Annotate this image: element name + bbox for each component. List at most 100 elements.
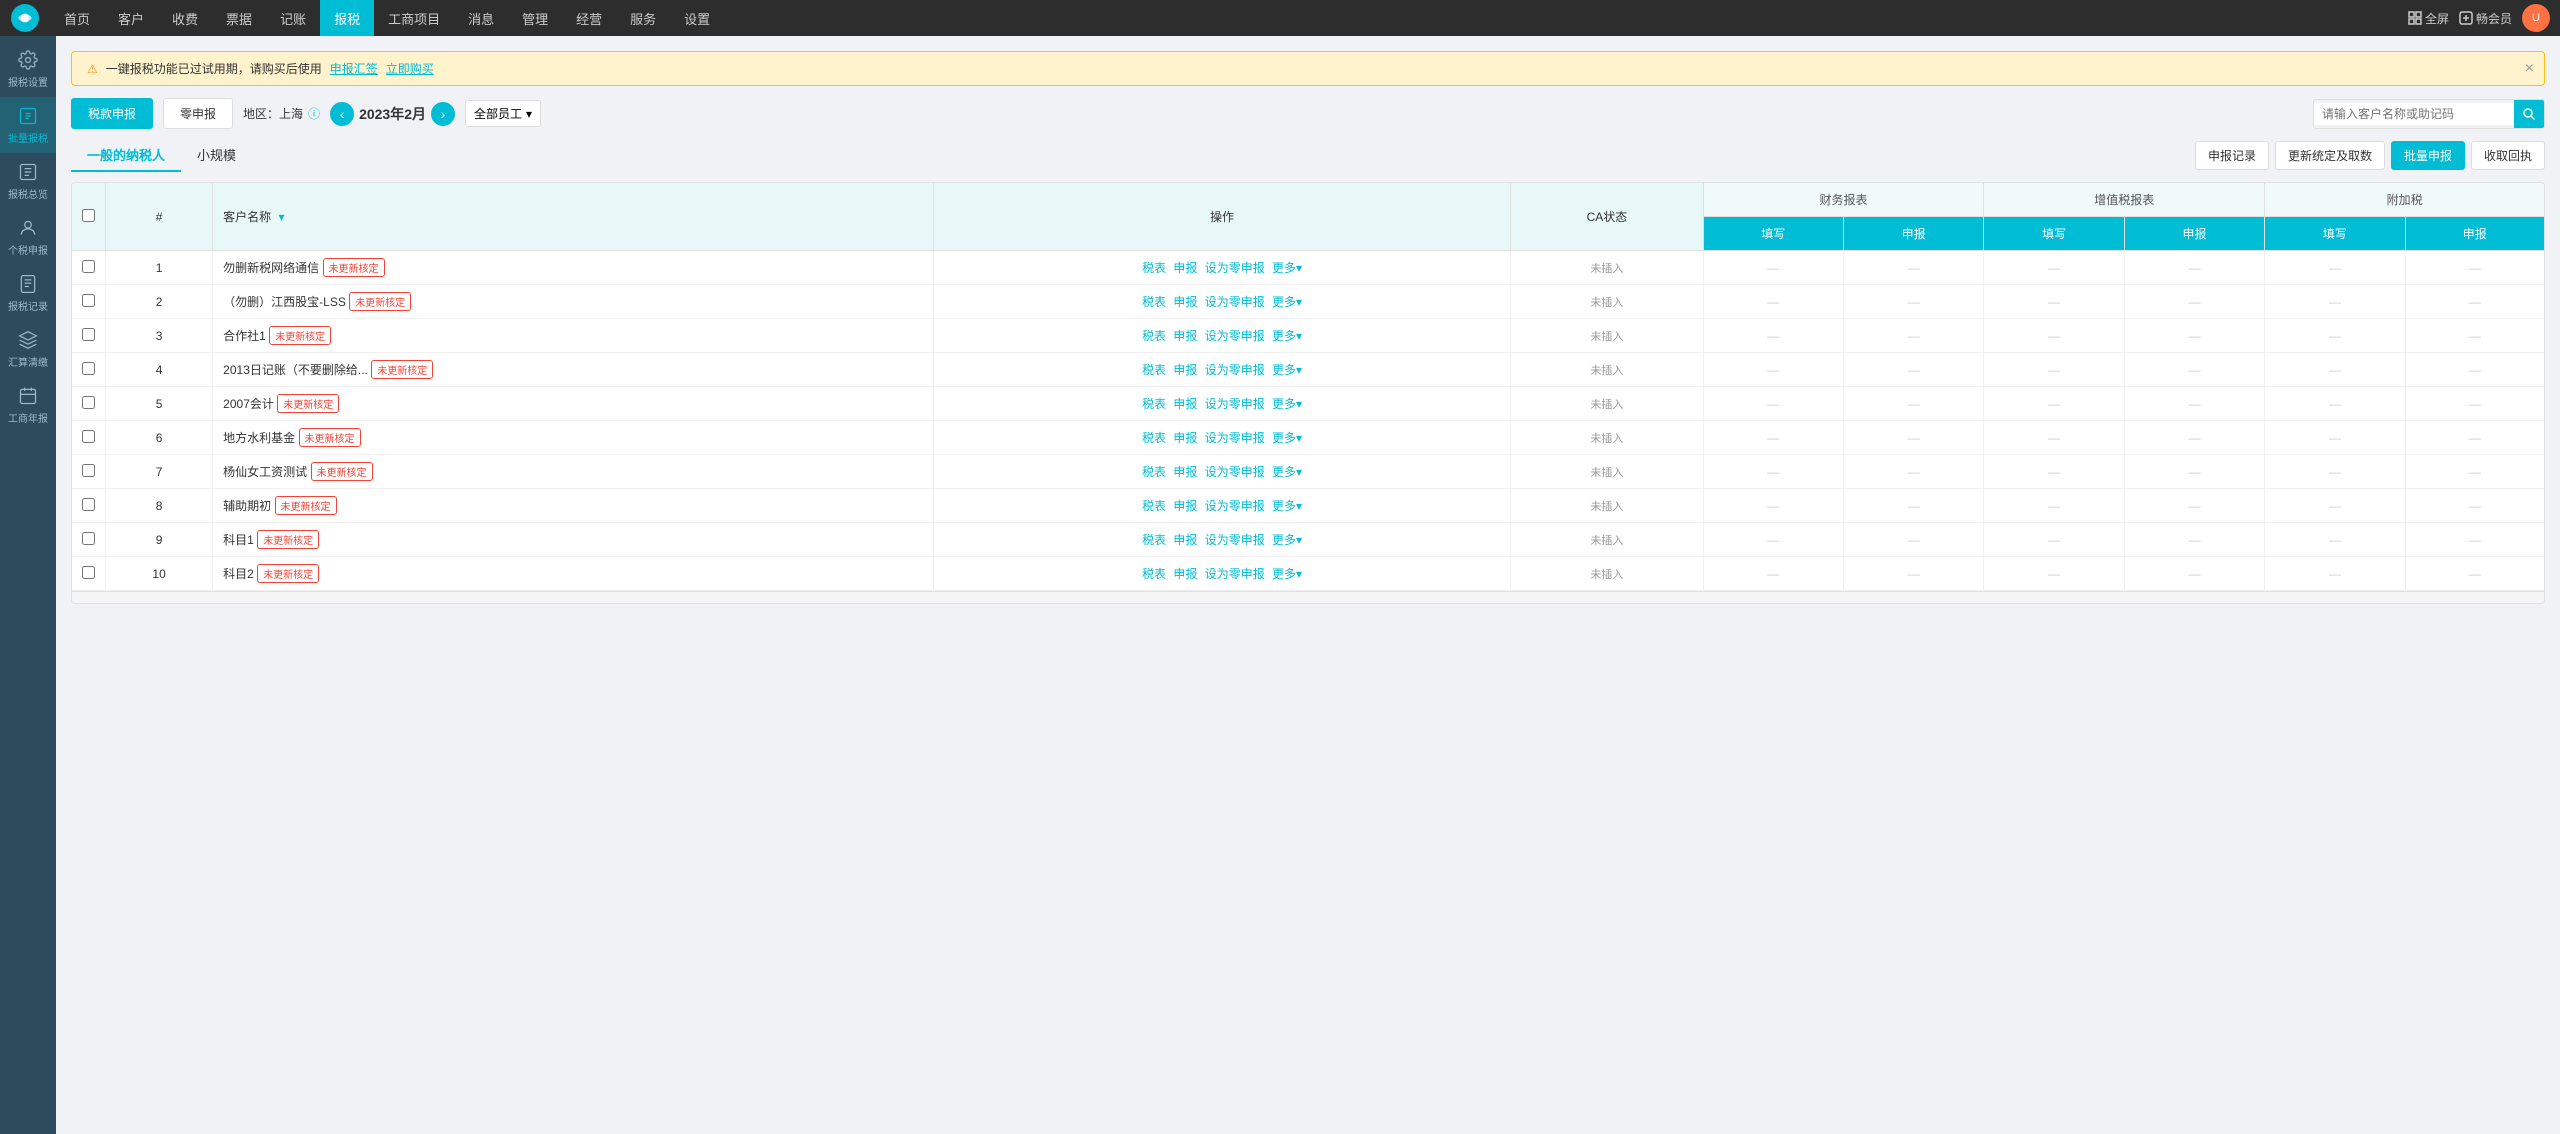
date-next-btn[interactable]: › (431, 102, 455, 126)
collect-back-btn[interactable]: 收取回执 (2471, 141, 2545, 170)
th-vat-fill: 填写 (1984, 217, 2124, 251)
row-checkbox-6[interactable] (82, 464, 95, 477)
row-op-tax[interactable]: 税表 (1142, 499, 1166, 513)
row-op-declare[interactable]: 申报 (1173, 567, 1197, 581)
row-op-tax[interactable]: 税表 (1142, 397, 1166, 411)
row-op-more[interactable]: 更多▾ (1272, 295, 1302, 309)
sidebar-item-business-annual[interactable]: 工商年报 (0, 377, 56, 433)
row-op-tax[interactable]: 税表 (1142, 465, 1166, 479)
row-op-declare[interactable]: 申报 (1173, 431, 1197, 445)
row-op-zero[interactable]: 设为零申报 (1205, 431, 1265, 445)
row-checkbox-9[interactable] (82, 566, 95, 579)
dept-select[interactable]: 全部员工 ▾ (465, 100, 541, 127)
row-op-zero[interactable]: 设为零申报 (1205, 295, 1265, 309)
nav-management[interactable]: 管理 (508, 0, 562, 36)
nav-billing[interactable]: 收费 (158, 0, 212, 36)
row-op-declare[interactable]: 申报 (1173, 261, 1197, 275)
sidebar-item-tax-records[interactable]: 报税记录 (0, 265, 56, 321)
row-checkbox-7[interactable] (82, 498, 95, 511)
upgrade-btn[interactable]: 畅会员 (2459, 10, 2512, 27)
row-op-tax[interactable]: 税表 (1142, 261, 1166, 275)
search-button[interactable] (2514, 100, 2544, 128)
row-add-fill: — (2265, 387, 2405, 421)
sub-tab-general[interactable]: 一般的纳税人 (71, 139, 181, 172)
banner-link-buy[interactable]: 立即购买 (386, 60, 434, 77)
sort-icon[interactable]: ▾ (279, 210, 285, 224)
row-op-declare[interactable]: 申报 (1173, 329, 1197, 343)
row-op-more[interactable]: 更多▾ (1272, 567, 1302, 581)
fullscreen-btn[interactable]: 全屏 (2408, 10, 2449, 27)
row-vat-dec: — (2124, 557, 2264, 591)
row-checkbox-0[interactable] (82, 260, 95, 273)
nav-business[interactable]: 工商项目 (374, 0, 454, 36)
search-input[interactable] (2314, 103, 2514, 125)
nav-operations[interactable]: 经营 (562, 0, 616, 36)
row-checkbox-8[interactable] (82, 532, 95, 545)
sub-tab-small[interactable]: 小规模 (181, 139, 252, 172)
row-op-tax[interactable]: 税表 (1142, 431, 1166, 445)
tab-zero-declare[interactable]: 零申报 (163, 98, 233, 129)
row-op-tax[interactable]: 税表 (1142, 567, 1166, 581)
update-stats-btn[interactable]: 更新统定及取数 (2275, 141, 2385, 170)
sidebar-item-personal-tax[interactable]: 个税申报 (0, 209, 56, 265)
row-checkbox-3[interactable] (82, 362, 95, 375)
row-op-zero[interactable]: 设为零申报 (1205, 397, 1265, 411)
row-op-zero[interactable]: 设为零申报 (1205, 533, 1265, 547)
row-checkbox-4[interactable] (82, 396, 95, 409)
row-op-declare[interactable]: 申报 (1173, 499, 1197, 513)
nav-messages[interactable]: 消息 (454, 0, 508, 36)
row-checkbox-cell (72, 489, 106, 523)
row-op-more[interactable]: 更多▾ (1272, 431, 1302, 445)
nav-tax[interactable]: 报税 (320, 0, 374, 36)
nav-bookkeeping[interactable]: 记账 (266, 0, 320, 36)
nav-settings[interactable]: 设置 (670, 0, 724, 36)
tab-tax-declare[interactable]: 税款申报 (71, 98, 153, 129)
row-op-zero[interactable]: 设为零申报 (1205, 567, 1265, 581)
row-op-declare[interactable]: 申报 (1173, 295, 1197, 309)
row-op-zero[interactable]: 设为零申报 (1205, 499, 1265, 513)
app-logo[interactable] (10, 3, 40, 33)
row-op-declare[interactable]: 申报 (1173, 533, 1197, 547)
avatar[interactable]: U (2522, 4, 2550, 32)
row-op-zero[interactable]: 设为零申报 (1205, 329, 1265, 343)
row-op-more[interactable]: 更多▾ (1272, 261, 1302, 275)
row-op-tax[interactable]: 税表 (1142, 329, 1166, 343)
nav-home[interactable]: 首页 (50, 0, 104, 36)
sidebar-item-batch-tax[interactable]: 批量报税 (0, 97, 56, 153)
row-op-more[interactable]: 更多▾ (1272, 363, 1302, 377)
sidebar-item-reconcile[interactable]: 汇算清缴 (0, 321, 56, 377)
row-checkbox-2[interactable] (82, 328, 95, 341)
batch-declare-btn[interactable]: 批量申报 (2391, 141, 2465, 170)
row-op-declare[interactable]: 申报 (1173, 363, 1197, 377)
nav-invoice[interactable]: 票据 (212, 0, 266, 36)
row-op-zero[interactable]: 设为零申报 (1205, 363, 1265, 377)
sidebar-item-tax-overview[interactable]: 报税总览 (0, 153, 56, 209)
date-prev-btn[interactable]: ‹ (330, 102, 354, 126)
nav-service[interactable]: 服务 (616, 0, 670, 36)
row-op-more[interactable]: 更多▾ (1272, 397, 1302, 411)
sidebar-item-tax-settings[interactable]: 报税设置 (0, 41, 56, 97)
region-info-icon[interactable]: ⓘ (308, 105, 320, 122)
row-checkbox-1[interactable] (82, 294, 95, 307)
batch-tax-icon (17, 105, 39, 127)
row-op-more[interactable]: 更多▾ (1272, 329, 1302, 343)
row-op-more[interactable]: 更多▾ (1272, 533, 1302, 547)
select-all-checkbox[interactable] (82, 209, 95, 222)
banner-close-btn[interactable]: × (2525, 60, 2534, 78)
row-client-name: 合作社1 未更新核定 (213, 319, 934, 353)
row-op-tax[interactable]: 税表 (1142, 533, 1166, 547)
banner-link-declare[interactable]: 申报汇签 (330, 60, 378, 77)
nav-customer[interactable]: 客户 (104, 0, 158, 36)
row-op-zero[interactable]: 设为零申报 (1205, 465, 1265, 479)
table-row: 5 2007会计 未更新核定 税表 申报 设为零申报 更多▾ 未插入 — — —… (72, 387, 2544, 421)
row-op-zero[interactable]: 设为零申报 (1205, 261, 1265, 275)
declare-record-btn[interactable]: 申报记录 (2195, 141, 2269, 170)
row-op-declare[interactable]: 申报 (1173, 397, 1197, 411)
row-checkbox-5[interactable] (82, 430, 95, 443)
row-op-more[interactable]: 更多▾ (1272, 499, 1302, 513)
sidebar-label-business-annual: 工商年报 (8, 410, 48, 425)
row-op-more[interactable]: 更多▾ (1272, 465, 1302, 479)
row-op-tax[interactable]: 税表 (1142, 295, 1166, 309)
row-op-tax[interactable]: 税表 (1142, 363, 1166, 377)
row-op-declare[interactable]: 申报 (1173, 465, 1197, 479)
